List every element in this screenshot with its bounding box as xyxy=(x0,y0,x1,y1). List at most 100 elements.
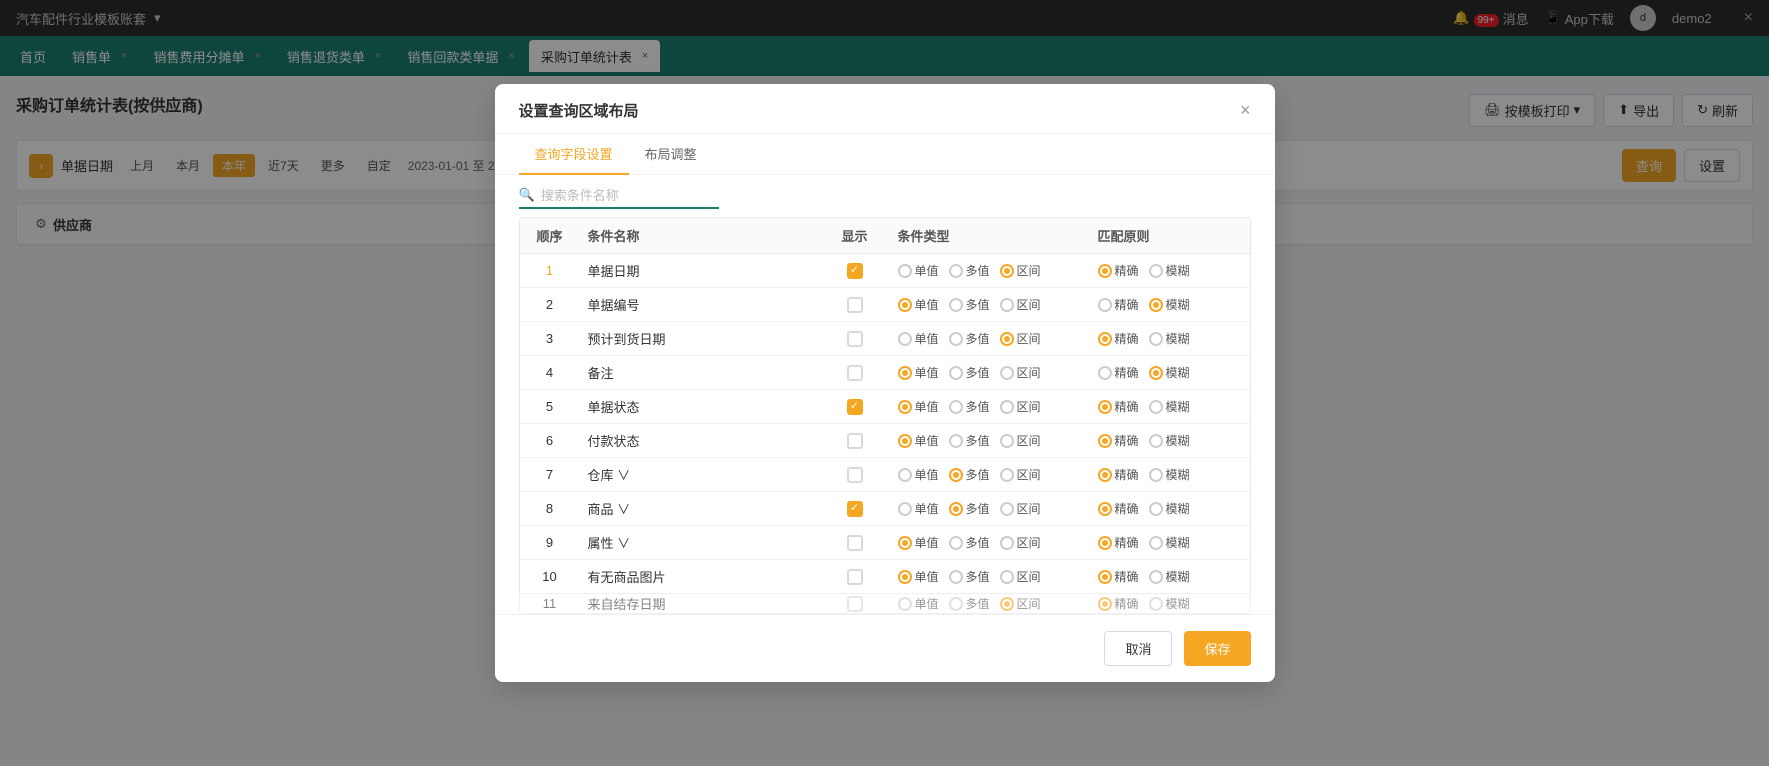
type-single-radio[interactable]: 单值 xyxy=(898,466,939,483)
type-range-circle xyxy=(1000,298,1014,312)
display-checkbox[interactable] xyxy=(847,365,863,381)
match-exact-radio[interactable]: 精确 xyxy=(1098,364,1139,381)
type-single-radio[interactable]: 单值 xyxy=(898,534,939,551)
type-multi-radio[interactable]: 多值 xyxy=(949,296,990,313)
row-display[interactable] xyxy=(820,365,890,381)
match-exact-radio[interactable]: 精确 xyxy=(1098,534,1139,551)
modal-tab-layout[interactable]: 布局调整 xyxy=(629,134,713,175)
match-fuzzy-radio[interactable]: 模糊 xyxy=(1149,296,1190,313)
match-fuzzy-radio[interactable]: 模糊 xyxy=(1149,595,1190,612)
match-fuzzy-radio[interactable]: 模糊 xyxy=(1149,432,1190,449)
type-single-radio[interactable]: 单值 xyxy=(898,500,939,517)
match-exact-radio[interactable]: 精确 xyxy=(1098,595,1139,612)
match-exact-radio[interactable]: 精确 xyxy=(1098,432,1139,449)
match-fuzzy-radio[interactable]: 模糊 xyxy=(1149,466,1190,483)
row-match: 精确 模糊 xyxy=(1090,364,1250,381)
match-fuzzy-radio[interactable]: 模糊 xyxy=(1149,500,1190,517)
row-display[interactable] xyxy=(820,331,890,347)
type-single-radio[interactable]: 单值 xyxy=(898,398,939,415)
type-multi-radio[interactable]: 多值 xyxy=(949,262,990,279)
type-multi-radio[interactable]: 多值 xyxy=(949,364,990,381)
row-order: 10 xyxy=(520,569,580,584)
type-range-radio[interactable]: 区间 xyxy=(1000,262,1041,279)
row-display[interactable] xyxy=(820,297,890,313)
match-fuzzy-radio[interactable]: 模糊 xyxy=(1149,262,1190,279)
type-range-radio[interactable]: 区间 xyxy=(1000,296,1041,313)
type-multi-radio[interactable]: 多值 xyxy=(949,568,990,585)
display-checkbox[interactable] xyxy=(847,331,863,347)
row-order: 7 xyxy=(520,467,580,482)
type-multi-radio[interactable]: 多值 xyxy=(949,330,990,347)
display-checkbox[interactable] xyxy=(847,297,863,313)
match-exact-circle xyxy=(1098,570,1112,584)
row-display[interactable] xyxy=(820,263,890,279)
modal-close-btn[interactable]: × xyxy=(1240,100,1251,121)
type-single-radio[interactable]: 单值 xyxy=(898,296,939,313)
row-display[interactable] xyxy=(820,596,890,612)
match-exact-radio[interactable]: 精确 xyxy=(1098,398,1139,415)
search-input[interactable] xyxy=(541,188,701,203)
type-single-radio[interactable]: 单值 xyxy=(898,364,939,381)
type-single-radio[interactable]: 单值 xyxy=(898,330,939,347)
display-checkbox[interactable] xyxy=(847,399,863,415)
type-range-radio[interactable]: 区间 xyxy=(1000,432,1041,449)
row-display[interactable] xyxy=(820,569,890,585)
display-checkbox[interactable] xyxy=(847,596,863,612)
modal-tab-query-fields[interactable]: 查询字段设置 xyxy=(519,134,629,175)
type-range-radio[interactable]: 区间 xyxy=(1000,466,1041,483)
match-exact-radio[interactable]: 精确 xyxy=(1098,330,1139,347)
row-display[interactable] xyxy=(820,467,890,483)
row-order: 2 xyxy=(520,297,580,312)
type-range-radio[interactable]: 区间 xyxy=(1000,500,1041,517)
type-range-radio[interactable]: 区间 xyxy=(1000,364,1041,381)
modal-title: 设置查询区域布局 xyxy=(519,100,639,121)
th-display: 显示 xyxy=(820,226,890,245)
match-fuzzy-radio[interactable]: 模糊 xyxy=(1149,568,1190,585)
cancel-button[interactable]: 取消 xyxy=(1104,631,1172,666)
match-fuzzy-radio[interactable]: 模糊 xyxy=(1149,398,1190,415)
row-display[interactable] xyxy=(820,433,890,449)
match-exact-radio[interactable]: 精确 xyxy=(1098,466,1139,483)
row-display[interactable] xyxy=(820,399,890,415)
match-fuzzy-radio[interactable]: 模糊 xyxy=(1149,364,1190,381)
match-exact-radio[interactable]: 精确 xyxy=(1098,500,1139,517)
display-checkbox[interactable] xyxy=(847,263,863,279)
type-multi-radio[interactable]: 多值 xyxy=(949,500,990,517)
display-checkbox[interactable] xyxy=(847,535,863,551)
type-single-radio[interactable]: 单值 xyxy=(898,432,939,449)
type-single-radio[interactable]: 单值 xyxy=(898,262,939,279)
type-range-radio[interactable]: 区间 xyxy=(1000,398,1041,415)
match-exact-circle xyxy=(1098,502,1112,516)
type-single-radio[interactable]: 单值 xyxy=(898,568,939,585)
row-name: 备注 xyxy=(580,363,820,382)
match-fuzzy-radio[interactable]: 模糊 xyxy=(1149,534,1190,551)
display-checkbox[interactable] xyxy=(847,569,863,585)
type-multi-radio[interactable]: 多值 xyxy=(949,398,990,415)
row-display[interactable] xyxy=(820,501,890,517)
row-type: 单值 多值 区间 xyxy=(890,432,1090,449)
table-row: 2 单据编号 单值 多值 xyxy=(519,288,1251,322)
type-multi-radio[interactable]: 多值 xyxy=(949,432,990,449)
type-multi-radio[interactable]: 多值 xyxy=(949,595,990,612)
table-row: 3 预计到货日期 单值 多值 xyxy=(519,322,1251,356)
type-multi-radio[interactable]: 多值 xyxy=(949,466,990,483)
display-checkbox[interactable] xyxy=(847,467,863,483)
match-exact-circle xyxy=(1098,366,1112,380)
match-exact-radio[interactable]: 精确 xyxy=(1098,296,1139,313)
table-row: 5 单据状态 单值 多值 xyxy=(519,390,1251,424)
display-checkbox[interactable] xyxy=(847,501,863,517)
match-exact-radio[interactable]: 精确 xyxy=(1098,568,1139,585)
match-exact-circle xyxy=(1098,468,1112,482)
save-button[interactable]: 保存 xyxy=(1184,631,1250,666)
type-multi-radio[interactable]: 多值 xyxy=(949,534,990,551)
type-single-radio[interactable]: 单值 xyxy=(898,595,939,612)
match-exact-radio[interactable]: 精确 xyxy=(1098,262,1139,279)
match-fuzzy-radio[interactable]: 模糊 xyxy=(1149,330,1190,347)
type-range-radio[interactable]: 区间 xyxy=(1000,595,1041,612)
row-order: 3 xyxy=(520,331,580,346)
type-range-radio[interactable]: 区间 xyxy=(1000,534,1041,551)
type-range-radio[interactable]: 区间 xyxy=(1000,330,1041,347)
type-range-radio[interactable]: 区间 xyxy=(1000,568,1041,585)
row-display[interactable] xyxy=(820,535,890,551)
display-checkbox[interactable] xyxy=(847,433,863,449)
